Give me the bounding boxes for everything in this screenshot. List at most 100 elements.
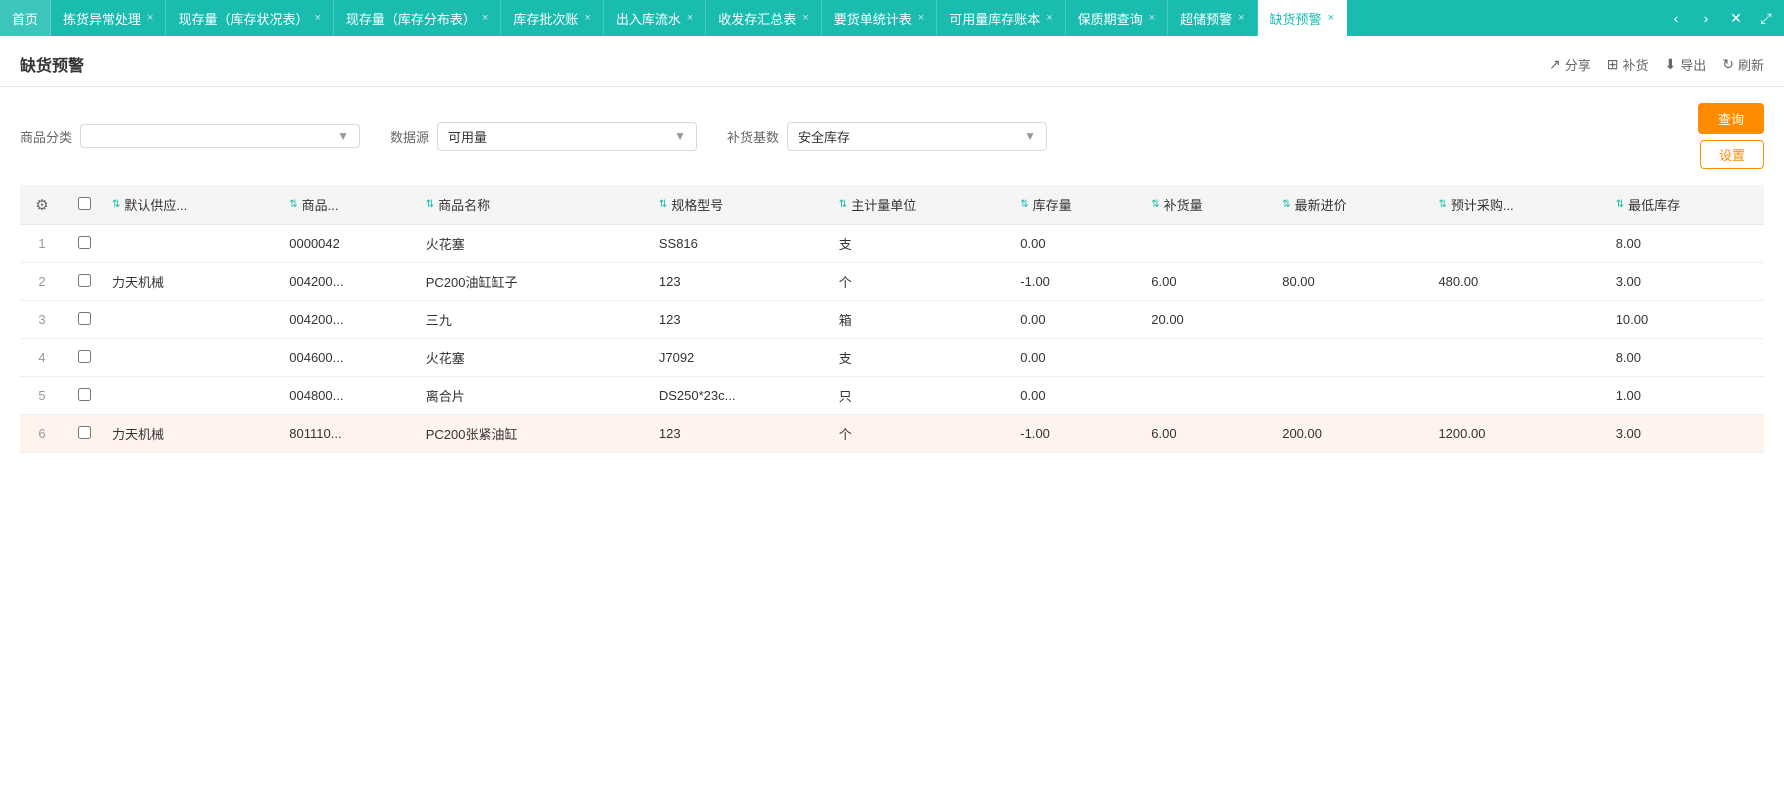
table-container: ⚙ ⇅ 默认供应... ⇅ <box>0 185 1784 453</box>
row-checkbox[interactable] <box>78 388 91 401</box>
replenish-base-select-value: 安全库存 <box>798 127 850 146</box>
datasource-filter-label: 数据源 <box>390 127 429 146</box>
tab-home[interactable]: 首页 <box>0 0 51 36</box>
latest-price-column-header[interactable]: ⇅ 最新进价 <box>1274 185 1430 225</box>
filter-actions: 查询 设置 <box>1698 103 1764 169</box>
tab-overstock[interactable]: 超储预警 × <box>1168 0 1257 36</box>
spec-column-header[interactable]: ⇅ 规格型号 <box>651 185 831 225</box>
query-button[interactable]: 查询 <box>1698 103 1764 134</box>
row-stock: 0.00 <box>1012 377 1143 415</box>
row-number: 1 <box>20 225 64 263</box>
tab-inout-flow[interactable]: 出入库流水 × <box>604 0 706 36</box>
close-icon[interactable]: × <box>1149 12 1155 24</box>
tab-shortage[interactable]: 缺货预警 × <box>1258 0 1347 36</box>
row-product-name: 火花塞 <box>418 225 651 263</box>
row-unit: 个 <box>831 263 1012 301</box>
product-name-label: 商品名称 <box>438 195 490 214</box>
row-est-purchase <box>1430 225 1607 263</box>
row-supplier: 力天机械 <box>104 415 281 453</box>
close-icon[interactable]: × <box>314 12 320 24</box>
tab-inventory-status[interactable]: 现存量（库存状况表） × <box>166 0 333 36</box>
share-label: 分享 <box>1565 55 1591 74</box>
row-est-purchase <box>1430 377 1607 415</box>
row-min-stock: 3.00 <box>1608 263 1764 301</box>
supplier-column-header[interactable]: ⇅ 默认供应... <box>104 185 281 225</box>
row-latest-price <box>1274 225 1430 263</box>
main-content: 缺货预警 ↗ 分享 ⊞ 补货 ⬇ 导出 ↻ 刷新 商品分类 <box>0 36 1784 796</box>
nav-next-button[interactable]: › <box>1692 4 1720 32</box>
row-min-stock: 8.00 <box>1608 225 1764 263</box>
row-checkbox[interactable] <box>78 312 91 325</box>
est-purchase-label: 预计采购... <box>1451 195 1514 214</box>
row-supplier <box>104 377 281 415</box>
replenish-qty-label: 补货量 <box>1164 195 1203 214</box>
tab-batch[interactable]: 库存批次账 × <box>501 0 603 36</box>
select-all-checkbox[interactable] <box>78 197 91 210</box>
stock-column-header[interactable]: ⇅ 库存量 <box>1012 185 1143 225</box>
tab-available[interactable]: 可用量库存账本 × <box>937 0 1065 36</box>
replenish-button[interactable]: ⊞ 补货 <box>1607 55 1649 74</box>
close-icon[interactable]: × <box>918 12 924 24</box>
nav-expand-button[interactable]: ⤢ <box>1752 4 1780 32</box>
share-icon: ↗ <box>1549 56 1561 73</box>
stock-sort-icon: ⇅ <box>1020 199 1028 210</box>
replenish-icon: ⊞ <box>1607 56 1619 73</box>
row-latest-price <box>1274 301 1430 339</box>
close-icon[interactable]: × <box>482 12 488 24</box>
row-spec: 123 <box>651 415 831 453</box>
row-checkbox[interactable] <box>78 426 91 439</box>
close-icon[interactable]: × <box>802 12 808 24</box>
row-latest-price: 80.00 <box>1274 263 1430 301</box>
row-spec: 123 <box>651 263 831 301</box>
row-checkbox[interactable] <box>78 350 91 363</box>
row-stock: -1.00 <box>1012 415 1143 453</box>
nav-prev-button[interactable]: ‹ <box>1662 4 1690 32</box>
refresh-button[interactable]: ↻ 刷新 <box>1722 55 1764 74</box>
product-code-sort-icon: ⇅ <box>289 199 297 210</box>
datasource-filter-group: 数据源 可用量 ▼ <box>390 122 697 151</box>
tab-inventory-dist[interactable]: 现存量（库存分布表） × <box>334 0 501 36</box>
replenish-base-select[interactable]: 安全库存 ▼ <box>787 122 1047 151</box>
stock-label: 库存量 <box>1033 195 1072 214</box>
table-row: 4 004600... 火花塞 J7092 支 0.00 8.00 <box>20 339 1764 377</box>
min-stock-column-header[interactable]: ⇅ 最低库存 <box>1608 185 1764 225</box>
row-checkbox[interactable] <box>78 236 91 249</box>
datasource-select[interactable]: 可用量 ▼ <box>437 122 697 151</box>
table-row: 6 力天机械 801110... PC200张紧油缸 123 个 -1.00 6… <box>20 415 1764 453</box>
close-icon[interactable]: × <box>687 12 693 24</box>
tab-collect[interactable]: 收发存汇总表 × <box>706 0 821 36</box>
gear-icon[interactable]: ⚙ <box>35 196 48 214</box>
table-header-row: ⚙ ⇅ 默认供应... ⇅ <box>20 185 1764 225</box>
product-name-column-header[interactable]: ⇅ 商品名称 <box>418 185 651 225</box>
tab-exception[interactable]: 拣货异常处理 × <box>51 0 166 36</box>
datasource-chevron-down-icon: ▼ <box>674 129 686 143</box>
table-row: 1 0000042 火花塞 SS816 支 0.00 8.00 <box>20 225 1764 263</box>
close-icon[interactable]: × <box>147 12 153 24</box>
replenish-qty-column-header[interactable]: ⇅ 补货量 <box>1143 185 1274 225</box>
tab-expiry[interactable]: 保质期查询 × <box>1066 0 1168 36</box>
row-checkbox[interactable] <box>78 274 91 287</box>
close-icon[interactable]: × <box>1328 12 1334 24</box>
export-button[interactable]: ⬇ 导出 <box>1665 55 1707 74</box>
supplier-sort-icon: ⇅ <box>112 199 120 210</box>
tab-order-stat[interactable]: 要货单统计表 × <box>822 0 937 36</box>
row-product-code: 004600... <box>281 339 417 377</box>
share-button[interactable]: ↗ 分享 <box>1549 55 1591 74</box>
spec-sort-icon: ⇅ <box>659 199 667 210</box>
row-stock: -1.00 <box>1012 263 1143 301</box>
row-unit: 箱 <box>831 301 1012 339</box>
row-product-code: 004800... <box>281 377 417 415</box>
est-purchase-column-header[interactable]: ⇅ 预计采购... <box>1430 185 1607 225</box>
product-code-column-header[interactable]: ⇅ 商品... <box>281 185 417 225</box>
close-icon[interactable]: × <box>1238 12 1244 24</box>
tab-exception-label: 拣货异常处理 <box>63 9 141 28</box>
settings-button[interactable]: 设置 <box>1700 140 1764 169</box>
nav-close-button[interactable]: ✕ <box>1722 4 1750 32</box>
unit-column-header[interactable]: ⇅ 主计量单位 <box>831 185 1012 225</box>
category-select[interactable]: ▼ <box>80 124 360 148</box>
row-min-stock: 8.00 <box>1608 339 1764 377</box>
table-row: 5 004800... 离合片 DS250*23c... 只 0.00 1.00 <box>20 377 1764 415</box>
close-icon[interactable]: × <box>584 12 590 24</box>
close-icon[interactable]: × <box>1046 12 1052 24</box>
row-product-name: 火花塞 <box>418 339 651 377</box>
